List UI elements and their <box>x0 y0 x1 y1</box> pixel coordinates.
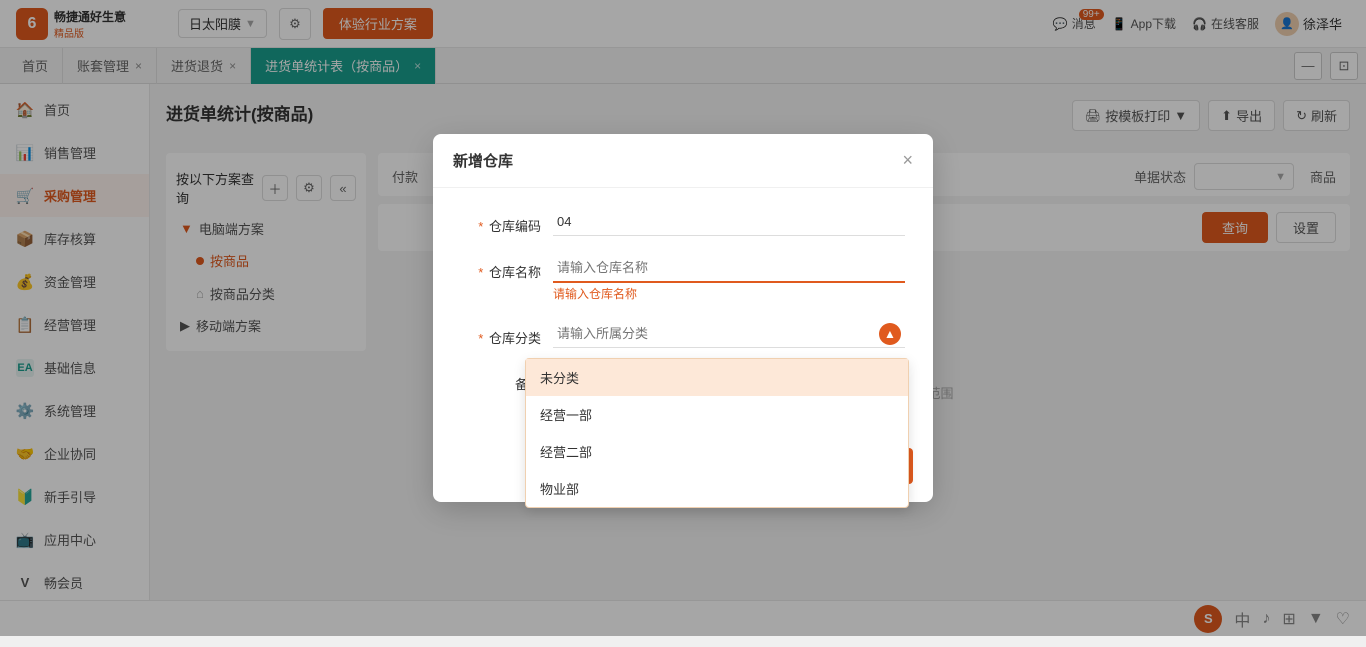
category-label: * 仓库分类 <box>461 320 541 347</box>
category-toggle-button[interactable]: ▲ <box>879 323 901 345</box>
dropdown-item-dept3[interactable]: 物业部 <box>526 470 908 507</box>
name-label-text: 仓库名称 <box>489 265 541 280</box>
warehouse-category-input[interactable] <box>553 320 905 348</box>
code-label-text: 仓库编码 <box>489 219 541 234</box>
category-dropdown: 未分类 经营一部 经营二部 物业部 <box>525 358 909 508</box>
name-error-msg: 请输入仓库名称 <box>553 285 905 302</box>
name-input-wrap: 请输入仓库名称 <box>553 254 905 302</box>
warehouse-code-input[interactable] <box>553 208 905 236</box>
required-star-name: * <box>478 265 483 280</box>
code-input-wrap <box>553 208 905 236</box>
category-input-wrap: ▲ 未分类 经营一部 经营二部 物业部 <box>553 320 905 348</box>
form-row-category: * 仓库分类 ▲ 未分类 经营一部 经营二部 物业部 <box>461 320 905 348</box>
modal-close-button[interactable]: × <box>902 150 913 171</box>
dropdown-item-dept1[interactable]: 经营一部 <box>526 396 908 433</box>
name-label: * 仓库名称 <box>461 254 541 281</box>
modal-title: 新增仓库 <box>453 150 513 171</box>
dropdown-item-dept2[interactable]: 经营二部 <box>526 433 908 470</box>
category-label-text: 仓库分类 <box>489 331 541 346</box>
modal-add-warehouse: 新增仓库 × * 仓库编码 * 仓库名称 <box>433 134 933 502</box>
form-row-code: * 仓库编码 <box>461 208 905 236</box>
dropdown-item-uncategorized[interactable]: 未分类 <box>526 359 908 396</box>
required-star: * <box>478 219 483 234</box>
warehouse-name-input[interactable] <box>553 254 905 283</box>
required-star-cat: * <box>478 331 483 346</box>
modal-header: 新增仓库 × <box>433 134 933 188</box>
form-row-name: * 仓库名称 请输入仓库名称 <box>461 254 905 302</box>
modal-overlay: 新增仓库 × * 仓库编码 * 仓库名称 <box>0 0 1366 636</box>
modal-body: * 仓库编码 * 仓库名称 请输入仓库名称 <box>433 188 933 438</box>
code-label: * 仓库编码 <box>461 208 541 235</box>
